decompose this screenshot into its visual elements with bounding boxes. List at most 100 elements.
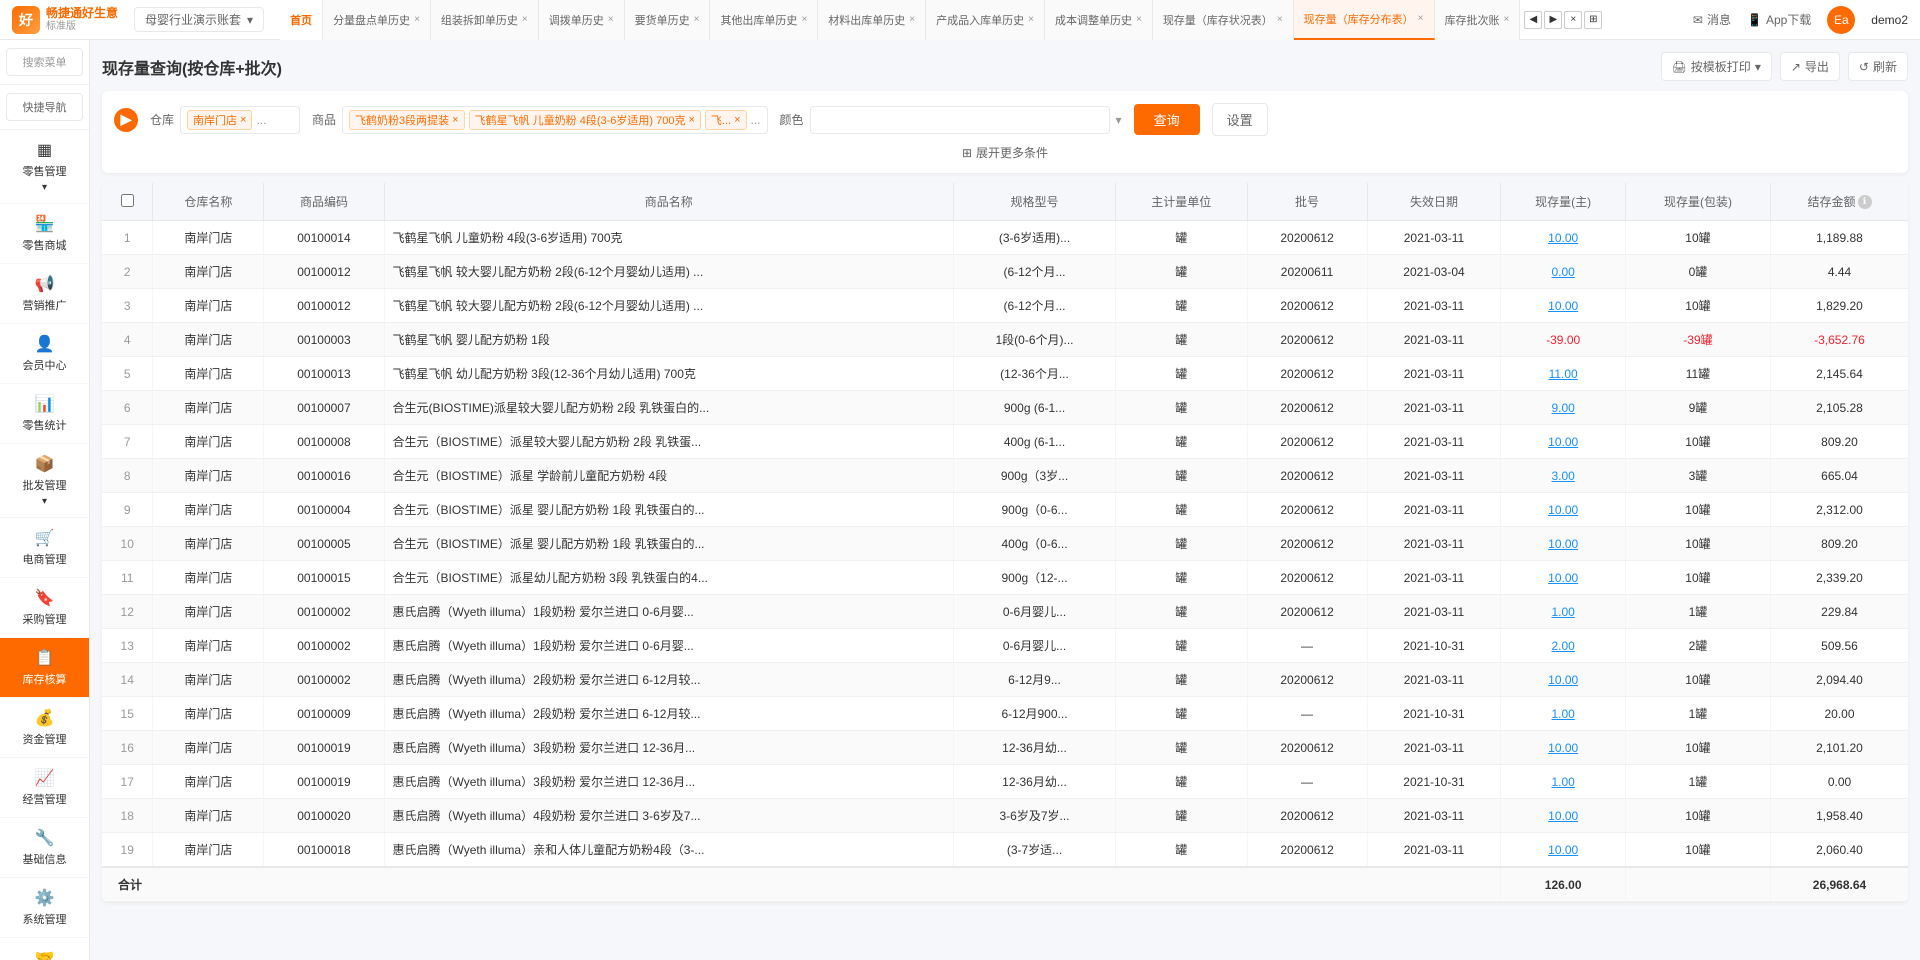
sidebar-item-marketing[interactable]: 📢 营销推广 <box>0 264 89 324</box>
sidebar-item-retail-stats[interactable]: 📊 零售统计 <box>0 384 89 444</box>
close-icon[interactable]: × <box>801 14 807 25</box>
close-icon[interactable]: × <box>522 14 528 25</box>
tab-fenqi[interactable]: 分量盘点单历史 × <box>323 0 431 40</box>
filter-toggle-btn[interactable]: ▶ <box>114 108 138 132</box>
cell-qty-main[interactable]: 1.00 <box>1501 765 1626 799</box>
close-icon[interactable]: × <box>1136 14 1142 25</box>
tab-qita[interactable]: 其他出库单历史 × <box>710 0 818 40</box>
template-print-btn[interactable]: 🖨 按模板打印 ▾ <box>1661 52 1772 81</box>
cell-spec: (3-7岁适... <box>953 833 1115 868</box>
close-icon[interactable]: × <box>1504 14 1510 25</box>
tag-close-icon[interactable]: × <box>734 114 740 126</box>
sidebar-item-ecommerce[interactable]: 🛒 电商管理 <box>0 518 89 578</box>
warehouse-filter-tags[interactable]: 南岸门店 × ... <box>180 106 300 134</box>
tab-xianzai2[interactable]: 现存量（库存分布表） × <box>1294 0 1435 40</box>
tab-next-btn[interactable]: ▶ <box>1544 11 1562 29</box>
cell-qty-main[interactable]: 1.00 <box>1501 595 1626 629</box>
expand-filter-btn[interactable]: ⊞ 展开更多条件 <box>114 144 1896 161</box>
search-btn[interactable]: 查询 <box>1134 104 1200 135</box>
sidebar-item-system[interactable]: ⚙️ 系统管理 <box>0 878 89 938</box>
cell-qty-main[interactable]: 2.00 <box>1501 629 1626 663</box>
product-tag-1[interactable]: 飞鹤奶粉3段两提装 × <box>349 110 465 130</box>
message-btn[interactable]: ✉ 消息 <box>1693 11 1731 28</box>
sidebar-item-enterprise[interactable]: 🤝 企业协同 <box>0 938 89 960</box>
sidebar-item-inventory[interactable]: 📋 库存核算 <box>0 638 89 698</box>
cell-name: 飞鹤星飞帆 儿童奶粉 4段(3-6岁适用) 700克 <box>384 221 953 255</box>
warehouse-tag[interactable]: 南岸门店 × <box>187 110 252 130</box>
tab-cailiao[interactable]: 材料出库单历史 × <box>818 0 926 40</box>
cell-qty-main[interactable]: 11.00 <box>1501 357 1626 391</box>
quick-nav-btn[interactable]: 快捷导航 <box>6 93 83 121</box>
sidebar-item-retail-mgmt[interactable]: ▦ 零售管理 ▾ <box>0 130 89 204</box>
close-icon[interactable]: × <box>1028 14 1034 25</box>
tab-pici[interactable]: 库存批次账 × <box>1435 0 1521 40</box>
tab-home[interactable]: 首页 <box>280 0 323 40</box>
sidebar-item-wholesale[interactable]: 📦 批发管理 ▾ <box>0 444 89 518</box>
cell-qty-main[interactable]: 10.00 <box>1501 221 1626 255</box>
sidebar-item-finance[interactable]: 💰 资金管理 <box>0 698 89 758</box>
cell-warehouse: 南岸门店 <box>153 663 264 697</box>
search-menu-btn[interactable]: 搜索菜单 <box>6 48 83 76</box>
sidebar-item-basic[interactable]: 🔧 基础信息 <box>0 818 89 878</box>
close-icon[interactable]: × <box>909 14 915 25</box>
sidebar-item-operation[interactable]: 📈 经营管理 <box>0 758 89 818</box>
cell-qty-main[interactable]: 10.00 <box>1501 731 1626 765</box>
product-tag-3[interactable]: 飞... × <box>705 110 747 130</box>
total-label: 合计 <box>102 867 1501 902</box>
product-filter-tags[interactable]: 飞鹤奶粉3段两提装 × 飞鹤星飞帆 儿童奶粉 4段(3-6岁适用) 700克 ×… <box>342 106 768 134</box>
color-select[interactable] <box>810 106 1110 134</box>
warehouse-selector[interactable]: 母婴行业演示账套 ▾ <box>134 7 264 32</box>
cell-qty-main[interactable]: 3.00 <box>1501 459 1626 493</box>
cell-unit: 罐 <box>1116 527 1247 561</box>
product-tag-2[interactable]: 飞鹤星飞帆 儿童奶粉 4段(3-6岁适用) 700克 × <box>469 110 701 130</box>
cell-qty-main[interactable]: 10.00 <box>1501 289 1626 323</box>
sidebar-item-retail-store[interactable]: 🏪 零售商城 <box>0 204 89 264</box>
close-icon[interactable]: × <box>1418 13 1424 24</box>
tab-zuhe[interactable]: 组装拆卸单历史 × <box>431 0 539 40</box>
sidebar-item-purchase[interactable]: 🔖 采购管理 <box>0 578 89 638</box>
cell-qty-main[interactable]: 10.00 <box>1501 561 1626 595</box>
tab-xianzai1[interactable]: 现存量（库存状况表） × <box>1153 0 1294 40</box>
product-filter-label: 商品 <box>312 111 336 128</box>
tag-close-icon[interactable]: × <box>452 114 458 126</box>
cell-amount: 2,101.20 <box>1770 731 1908 765</box>
cell-qty-main[interactable]: 10.00 <box>1501 493 1626 527</box>
cell-qty-main[interactable]: 1.00 <box>1501 697 1626 731</box>
select-all-checkbox[interactable] <box>121 194 134 207</box>
cell-spec: 6-12月9... <box>953 663 1115 697</box>
tag-close-icon[interactable]: × <box>688 114 694 126</box>
username-label[interactable]: demo2 <box>1871 13 1908 27</box>
info-icon[interactable]: ℹ <box>1858 195 1872 209</box>
cell-qty-main[interactable]: 10.00 <box>1501 527 1626 561</box>
cell-qty-main[interactable]: -39.00 <box>1501 323 1626 357</box>
tab-close-btn[interactable]: × <box>1564 11 1582 29</box>
settings-btn[interactable]: 设置 <box>1212 103 1268 136</box>
filter-dots[interactable]: ... <box>256 113 266 127</box>
sidebar-item-member[interactable]: 👤 会员中心 <box>0 324 89 384</box>
color-filter-label: 颜色 <box>780 111 804 128</box>
cell-qty-main[interactable]: 10.00 <box>1501 663 1626 697</box>
cell-batch: 20200612 <box>1247 221 1367 255</box>
tab-chengben[interactable]: 成本调整单历史 × <box>1045 0 1153 40</box>
app-download-btn[interactable]: 📱 App下载 <box>1747 11 1811 28</box>
cell-qty-main[interactable]: 10.00 <box>1501 799 1626 833</box>
filter-dots[interactable]: ... <box>751 113 761 127</box>
cell-qty-main[interactable]: 9.00 <box>1501 391 1626 425</box>
close-icon[interactable]: × <box>414 14 420 25</box>
tab-prev-btn[interactable]: ◀ <box>1524 11 1542 29</box>
close-icon[interactable]: × <box>608 14 614 25</box>
cell-qty-main[interactable]: 10.00 <box>1501 833 1626 868</box>
cell-name: 合生元（BIOSTIME）派星幼儿配方奶粉 3段 乳铁蛋白的4... <box>384 561 953 595</box>
refresh-btn[interactable]: ↺ 刷新 <box>1848 52 1908 81</box>
tag-close-icon[interactable]: × <box>240 114 246 126</box>
close-icon[interactable]: × <box>1277 14 1283 25</box>
tab-yaohe[interactable]: 要货单历史 × <box>625 0 711 40</box>
cell-qty-main[interactable]: 0.00 <box>1501 255 1626 289</box>
cell-qty-main[interactable]: 10.00 <box>1501 425 1626 459</box>
tab-more-btn[interactable]: ⊞ <box>1584 11 1602 29</box>
cell-batch: 20200612 <box>1247 663 1367 697</box>
close-icon[interactable]: × <box>694 14 700 25</box>
tab-tiaobo[interactable]: 调拨单历史 × <box>539 0 625 40</box>
export-btn[interactable]: ↗ 导出 <box>1780 52 1840 81</box>
tab-chanjin[interactable]: 产成品入库单历史 × <box>926 0 1045 40</box>
